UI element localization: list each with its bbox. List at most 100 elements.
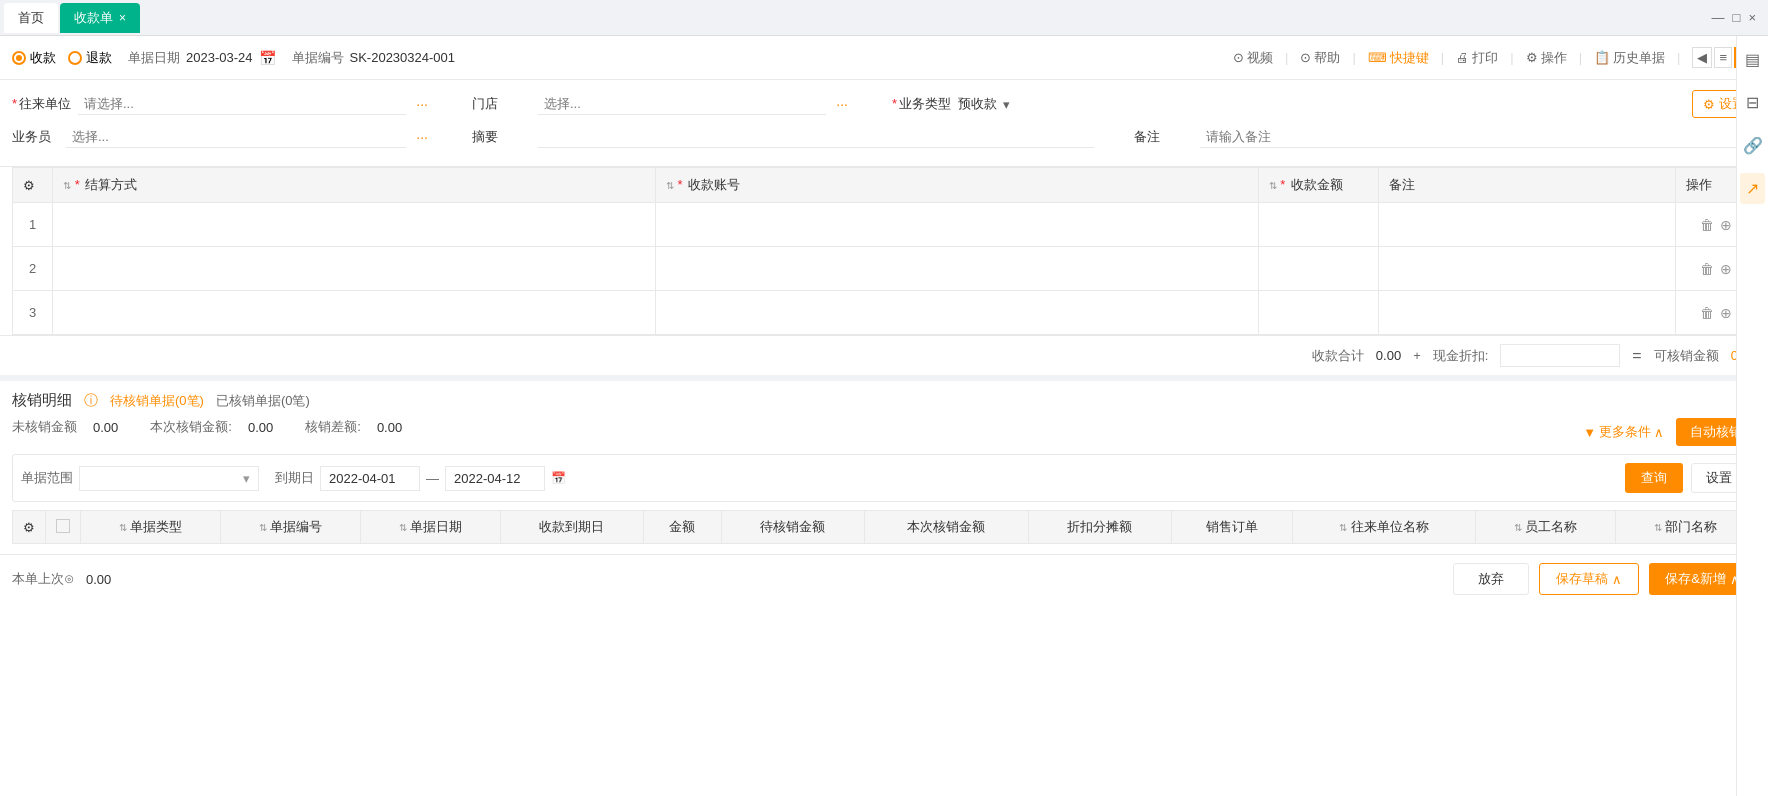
- doc-range-label: 单据范围: [21, 469, 73, 487]
- store-field: 门店 ···: [472, 93, 852, 115]
- save-draft-arrow-icon: ∧: [1612, 572, 1622, 587]
- row-2-settlement[interactable]: [53, 247, 656, 291]
- row-2-delete-icon[interactable]: 🗑: [1700, 261, 1714, 277]
- doc-number-label: 单据编号: [292, 49, 344, 67]
- doc-number-field: 单据编号 SK-20230324-001: [292, 49, 456, 67]
- row-2-account[interactable]: [655, 247, 1258, 291]
- col-discount-header: 折扣分摊额: [1028, 511, 1171, 544]
- history-btn[interactable]: 📋 历史单据: [1594, 49, 1665, 67]
- equals-sign: =: [1632, 347, 1641, 365]
- verify-stats-row: 未核销金额 0.00 本次核销金额: 0.00 核销差额: 0.00 ▼ 更多条…: [12, 418, 1756, 446]
- summary-label: 摘要: [472, 128, 532, 146]
- table-row: 3 🗑 ⊕: [13, 291, 1756, 335]
- filter-actions: 查询 设置: [1625, 463, 1747, 493]
- salesman-input[interactable]: [66, 126, 406, 148]
- doc-number-value: SK-20230324-001: [350, 50, 456, 65]
- save-draft-button[interactable]: 保存草稿 ∧: [1539, 563, 1639, 595]
- col-amount-header: ⇅ * 收款金额: [1258, 168, 1378, 203]
- sidebar-list-icon[interactable]: ⊟: [1740, 87, 1765, 118]
- salesman-label: 业务员: [12, 128, 60, 146]
- sidebar-table-icon[interactable]: ▤: [1739, 44, 1766, 75]
- tab-home[interactable]: 首页: [4, 3, 58, 33]
- dropdown-arrow-icon[interactable]: ▾: [1003, 97, 1010, 112]
- row-1-delete-icon[interactable]: 🗑: [1700, 217, 1714, 233]
- discount-input[interactable]: [1500, 344, 1620, 367]
- summary-row: 收款合计 0.00 + 现金折扣: = 可核销金额 0.00: [0, 335, 1768, 375]
- row-2-copy-icon[interactable]: ⊕: [1720, 261, 1732, 277]
- table-settings-icon[interactable]: ⚙: [23, 178, 35, 193]
- col-settlement-header: ⇅ * 结算方式: [53, 168, 656, 203]
- tab-close-icon[interactable]: ×: [119, 11, 126, 25]
- done-tab[interactable]: 已核销单据(0笔): [216, 392, 310, 410]
- salesman-field: 业务员 ···: [12, 126, 432, 148]
- video-btn[interactable]: ⊙ 视频: [1233, 49, 1273, 67]
- payment-type-radio-group: 收款 退款: [12, 49, 112, 67]
- verify-header: 核销明细 ⓘ 待核销单据(0笔) 已核销单据(0笔): [12, 391, 1756, 410]
- summary-input[interactable]: [538, 126, 1094, 148]
- salesman-more-icon[interactable]: ···: [412, 129, 432, 145]
- partner-more-icon[interactable]: ···: [412, 96, 432, 112]
- row-3-amount[interactable]: [1258, 291, 1378, 335]
- tab-active[interactable]: 收款单 ×: [60, 3, 140, 33]
- help-btn[interactable]: ⊙ 帮助: [1300, 49, 1340, 67]
- verify-table: ⚙ ⇅ 单据类型 ⇅ 单据编号: [12, 510, 1756, 544]
- remark-input[interactable]: [1200, 126, 1756, 148]
- row-1-amount[interactable]: [1258, 203, 1378, 247]
- select-all-checkbox[interactable]: [56, 519, 70, 533]
- filter-row: 单据范围 ▾ 到期日 — 📅 查询 设置: [12, 454, 1756, 502]
- sidebar-expand-icon[interactable]: ↗: [1740, 173, 1765, 204]
- row-1-settlement[interactable]: [53, 203, 656, 247]
- radio-receive-label: 收款: [30, 49, 56, 67]
- radio-receive[interactable]: 收款: [12, 49, 56, 67]
- doc-range-select[interactable]: ▾: [79, 466, 259, 491]
- verify-info-icon[interactable]: ⓘ: [84, 392, 98, 410]
- col-due-date-header: 收款到期日: [501, 511, 644, 544]
- col-current-header: 本次核销金额: [864, 511, 1028, 544]
- row-1-num: 1: [13, 203, 53, 247]
- business-type-dropdown[interactable]: 预收款 ▾: [958, 95, 1010, 113]
- row-3-remark[interactable]: [1378, 291, 1675, 335]
- due-date-calendar-icon[interactable]: 📅: [551, 471, 566, 485]
- table-settings-icon-2[interactable]: ⚙: [23, 520, 35, 535]
- radio-refund[interactable]: 退款: [68, 49, 112, 67]
- close-window-icon[interactable]: ×: [1748, 10, 1756, 25]
- verify-stats: 未核销金额 0.00 本次核销金额: 0.00 核销差额: 0.00: [12, 418, 402, 436]
- row-2-remark[interactable]: [1378, 247, 1675, 291]
- row-1-account[interactable]: [655, 203, 1258, 247]
- print-btn[interactable]: 🖨 打印: [1456, 49, 1498, 67]
- row-1-remark[interactable]: [1378, 203, 1675, 247]
- abandon-button[interactable]: 放弃: [1453, 563, 1529, 595]
- main-content: 收款 退款 单据日期 2023-03-24 📅 单据编号 SK-20230324…: [0, 36, 1768, 796]
- shortcut-btn[interactable]: ⌨ 快捷键: [1368, 49, 1429, 67]
- row-3-delete-icon[interactable]: 🗑: [1700, 305, 1714, 321]
- calendar-icon[interactable]: 📅: [259, 50, 276, 66]
- col-checkbox-header: ⚙: [13, 511, 46, 544]
- due-date-from-input[interactable]: [320, 466, 420, 491]
- col-settings-header[interactable]: ⚙: [13, 168, 53, 203]
- sidebar-link-icon[interactable]: 🔗: [1737, 130, 1769, 161]
- pending-tab[interactable]: 待核销单据(0笔): [110, 392, 204, 410]
- date-range: — 📅: [320, 466, 566, 491]
- row-3-copy-icon[interactable]: ⊕: [1720, 305, 1732, 321]
- date-value: 2023-03-24: [186, 50, 253, 65]
- summary-field: 摘要: [472, 126, 1094, 148]
- row-3-settlement[interactable]: [53, 291, 656, 335]
- operation-btn[interactable]: ⚙ 操作: [1526, 49, 1567, 67]
- view-prev-icon[interactable]: ◀: [1692, 47, 1712, 68]
- partner-label: *往来单位: [12, 95, 72, 113]
- store-input[interactable]: [538, 93, 826, 115]
- row-2-amount[interactable]: [1258, 247, 1378, 291]
- maximize-icon[interactable]: □: [1733, 10, 1741, 25]
- row-1-copy-icon[interactable]: ⊕: [1720, 217, 1732, 233]
- store-more-icon[interactable]: ···: [832, 96, 852, 112]
- col-remark-header: 备注: [1378, 168, 1675, 203]
- partner-input[interactable]: [78, 93, 406, 115]
- verify-right-controls: ▼ 更多条件 ∧ 自动核销: [1583, 418, 1756, 446]
- due-date-to-input[interactable]: [445, 466, 545, 491]
- view-list-icon[interactable]: ≡: [1714, 47, 1732, 68]
- row-3-account[interactable]: [655, 291, 1258, 335]
- form-row-2: 业务员 ··· 摘要 备注: [12, 126, 1756, 148]
- minimize-icon[interactable]: —: [1712, 10, 1725, 25]
- query-button[interactable]: 查询: [1625, 463, 1683, 493]
- more-conditions-btn[interactable]: ▼ 更多条件 ∧: [1583, 423, 1664, 441]
